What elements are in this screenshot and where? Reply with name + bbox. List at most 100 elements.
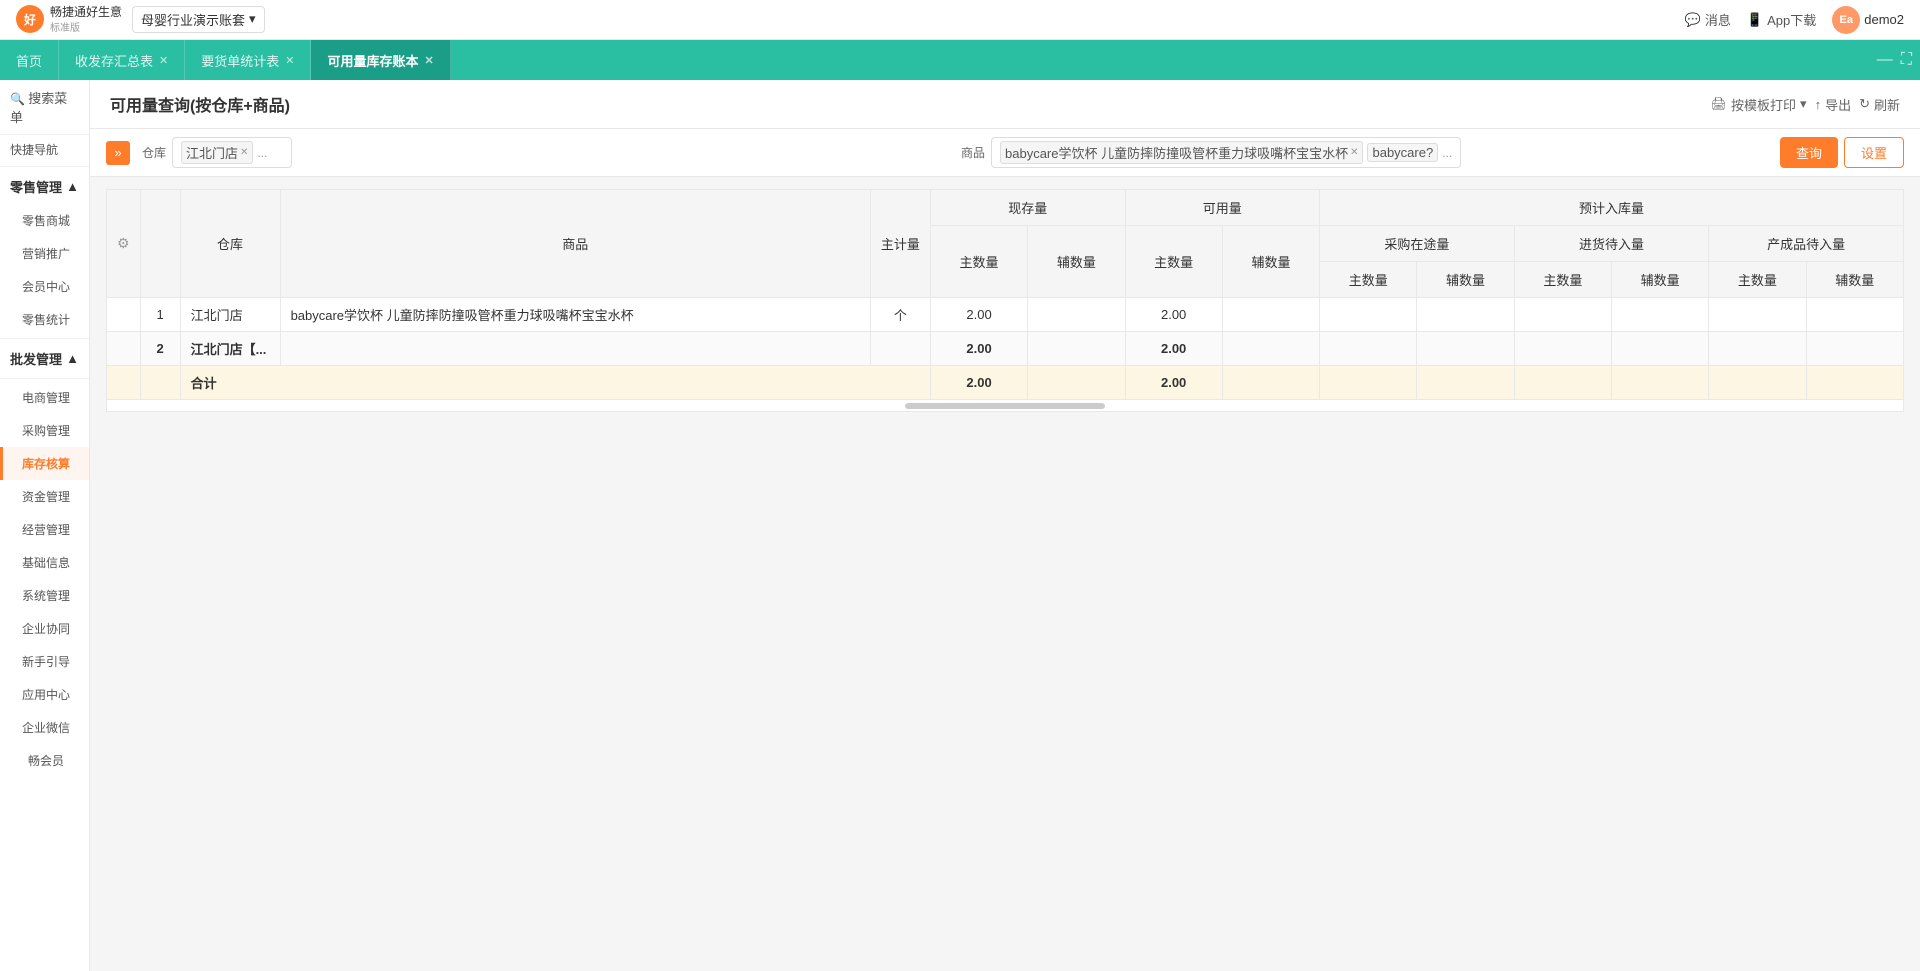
settings-button[interactable]: 设置 — [1844, 137, 1904, 168]
export-label: 导出 — [1825, 95, 1851, 114]
row-avail-aux — [1222, 298, 1319, 332]
col-production-main: 主数量 — [1709, 262, 1806, 298]
message-btn[interactable]: 💬 消息 — [1685, 10, 1731, 29]
scroll-bar[interactable] — [106, 400, 1904, 412]
minimize-btn[interactable]: — — [1877, 51, 1893, 69]
footer-stock-aux — [1028, 366, 1125, 400]
product-input[interactable]: babycare学饮杯 儿童防摔防撞吸管杯重力球吸嘴杯宝宝水杯 ✕ babyca… — [991, 137, 1461, 168]
sidebar-item-采购管理[interactable]: 采购管理 — [0, 414, 89, 447]
row-incoming-main — [1514, 332, 1611, 366]
col-stock-aux: 辅数量 — [1028, 226, 1125, 298]
industry-selector[interactable]: 母婴行业演示账套 ▾ — [132, 6, 265, 33]
tab-yaohuo[interactable]: 要货单统计表 ✕ — [185, 40, 311, 80]
sidebar-item-会员中心[interactable]: 会员中心 — [0, 270, 89, 303]
sidebar-search[interactable]: 🔍 搜索菜单 — [0, 80, 89, 135]
col-gear[interactable]: ⚙ — [107, 190, 141, 298]
row-purchase-main — [1320, 332, 1417, 366]
sidebar-item-零售统计[interactable]: 零售统计 — [0, 303, 89, 336]
footer-production-main — [1709, 366, 1806, 400]
product-tag-1[interactable]: babycare学饮杯 儿童防摔防撞吸管杯重力球吸嘴杯宝宝水杯 ✕ — [1000, 141, 1363, 164]
refresh-btn[interactable]: ↻ 刷新 — [1859, 95, 1900, 114]
warehouse-filter-group: 仓库 江北门店 ✕ ... — [142, 137, 949, 168]
sidebar-item-营销推广[interactable]: 营销推广 — [0, 237, 89, 270]
top-bar-right: 💬 消息 📱 App下载 Ea demo2 — [1685, 6, 1904, 34]
row-gear[interactable] — [107, 298, 141, 332]
tab-keyongliang-label: 可用量库存账本 — [327, 51, 418, 70]
product-more[interactable]: ... — [1442, 146, 1452, 160]
row-warehouse: 江北门店 — [180, 298, 280, 332]
tab-keyongliang-close[interactable]: ✕ — [425, 54, 434, 67]
sidebar-item-基础信息[interactable]: 基础信息 — [0, 546, 89, 579]
query-button[interactable]: 查询 — [1780, 137, 1838, 168]
top-bar: 好 畅捷通好生意 标准版 母婴行业演示账套 ▾ 💬 消息 📱 App下载 Ea … — [0, 0, 1920, 40]
col-avail-aux: 辅数量 — [1222, 226, 1319, 298]
sidebar-item-零售商城[interactable]: 零售商城 — [0, 204, 89, 237]
row-gear[interactable] — [107, 332, 141, 366]
page-header: 可用量查询(按仓库+商品) 🖨 按模板打印 ▾ ↑ 导出 ↻ 刷新 — [90, 80, 1920, 129]
tab-shoufacun-label: 收发存汇总表 — [75, 51, 153, 70]
footer-incoming-aux — [1611, 366, 1708, 400]
row-product — [280, 332, 870, 366]
print-btn[interactable]: 🖨 按模板打印 ▾ — [1711, 95, 1807, 114]
warehouse-tag-1[interactable]: 江北门店 ✕ — [181, 141, 253, 164]
row-production-main — [1709, 332, 1806, 366]
tab-keyongliang[interactable]: 可用量库存账本 ✕ — [311, 40, 450, 80]
tab-yaohuo-label: 要货单统计表 — [201, 51, 279, 70]
warehouse-more[interactable]: ... — [257, 146, 267, 160]
nav-right-actions: — ⛶ — [1877, 40, 1920, 80]
sidebar-section-零售管理[interactable]: 零售管理▲ — [0, 169, 89, 204]
row-avail-aux — [1222, 332, 1319, 366]
sidebar-quick-nav[interactable]: 快捷导航 — [0, 135, 89, 164]
row-incoming-aux — [1611, 332, 1708, 366]
sidebar-item-畅会员[interactable]: 畅会员 — [0, 744, 89, 777]
row-production-aux — [1806, 332, 1903, 366]
sidebar: 🔍 搜索菜单 快捷导航 零售管理▲ 零售商城 营销推广 会员中心 零售统计 批发… — [0, 80, 90, 971]
export-btn[interactable]: ↑ 导出 — [1815, 95, 1852, 114]
col-incoming-aux: 辅数量 — [1611, 262, 1708, 298]
refresh-label: 刷新 — [1874, 95, 1900, 114]
user-area[interactable]: Ea demo2 — [1832, 6, 1904, 34]
col-num — [140, 190, 180, 298]
expand-icon: » — [114, 145, 121, 160]
warehouse-tag-1-remove[interactable]: ✕ — [240, 147, 248, 158]
row-warehouse: 江北门店【... — [180, 332, 280, 366]
scroll-indicator — [905, 403, 1105, 409]
product-tag-2[interactable]: babycare? — [1367, 143, 1438, 162]
page-actions: 🖨 按模板打印 ▾ ↑ 导出 ↻ 刷新 — [1711, 95, 1901, 114]
tab-shoufacun[interactable]: 收发存汇总表 ✕ — [59, 40, 185, 80]
maximize-btn[interactable]: ⛶ — [1901, 51, 1912, 69]
col-incoming: 进货待入量 — [1514, 226, 1709, 262]
avatar: Ea — [1832, 6, 1860, 34]
col-purchase-aux: 辅数量 — [1417, 262, 1514, 298]
logo-text: 畅捷通好生意 — [50, 5, 122, 19]
row-num: 2 — [140, 332, 180, 366]
sidebar-item-新手引导[interactable]: 新手引导 — [0, 645, 89, 678]
tab-yaohuo-close[interactable]: ✕ — [285, 54, 294, 67]
warehouse-input[interactable]: 江北门店 ✕ ... — [172, 137, 292, 168]
row-stock-aux — [1028, 332, 1125, 366]
col-product: 商品 — [280, 190, 870, 298]
sidebar-item-库存核算[interactable]: 库存核算 — [0, 447, 89, 480]
product-tag-1-remove[interactable]: ✕ — [1350, 147, 1358, 158]
col-available: 可用量 — [1125, 190, 1320, 226]
content-area: 可用量查询(按仓库+商品) 🖨 按模板打印 ▾ ↑ 导出 ↻ 刷新 — [90, 80, 1920, 971]
sidebar-item-电商管理[interactable]: 电商管理 — [0, 381, 89, 414]
logo-icon: 好 — [16, 5, 44, 33]
col-unit: 主计量 — [870, 190, 930, 298]
expand-filter-btn[interactable]: » — [106, 141, 130, 165]
industry-label: 母婴行业演示账套 — [141, 10, 245, 29]
sidebar-item-系统管理[interactable]: 系统管理 — [0, 579, 89, 612]
footer-label: 合计 — [180, 366, 930, 400]
sidebar-section-批发管理[interactable]: 批发管理▲ — [0, 341, 89, 376]
sidebar-item-企业微信[interactable]: 企业微信 — [0, 711, 89, 744]
sidebar-item-应用中心[interactable]: 应用中心 — [0, 678, 89, 711]
app-download-btn[interactable]: 📱 App下载 — [1747, 10, 1816, 29]
col-stock-main: 主数量 — [930, 226, 1027, 298]
tab-shoufacun-close[interactable]: ✕ — [159, 54, 168, 67]
sidebar-item-企业协同[interactable]: 企业协同 — [0, 612, 89, 645]
sidebar-item-资金管理[interactable]: 资金管理 — [0, 480, 89, 513]
col-purchase-main: 主数量 — [1320, 262, 1417, 298]
tab-home-label: 首页 — [16, 51, 42, 70]
tab-home[interactable]: 首页 — [0, 40, 59, 80]
sidebar-item-经营管理[interactable]: 经营管理 — [0, 513, 89, 546]
